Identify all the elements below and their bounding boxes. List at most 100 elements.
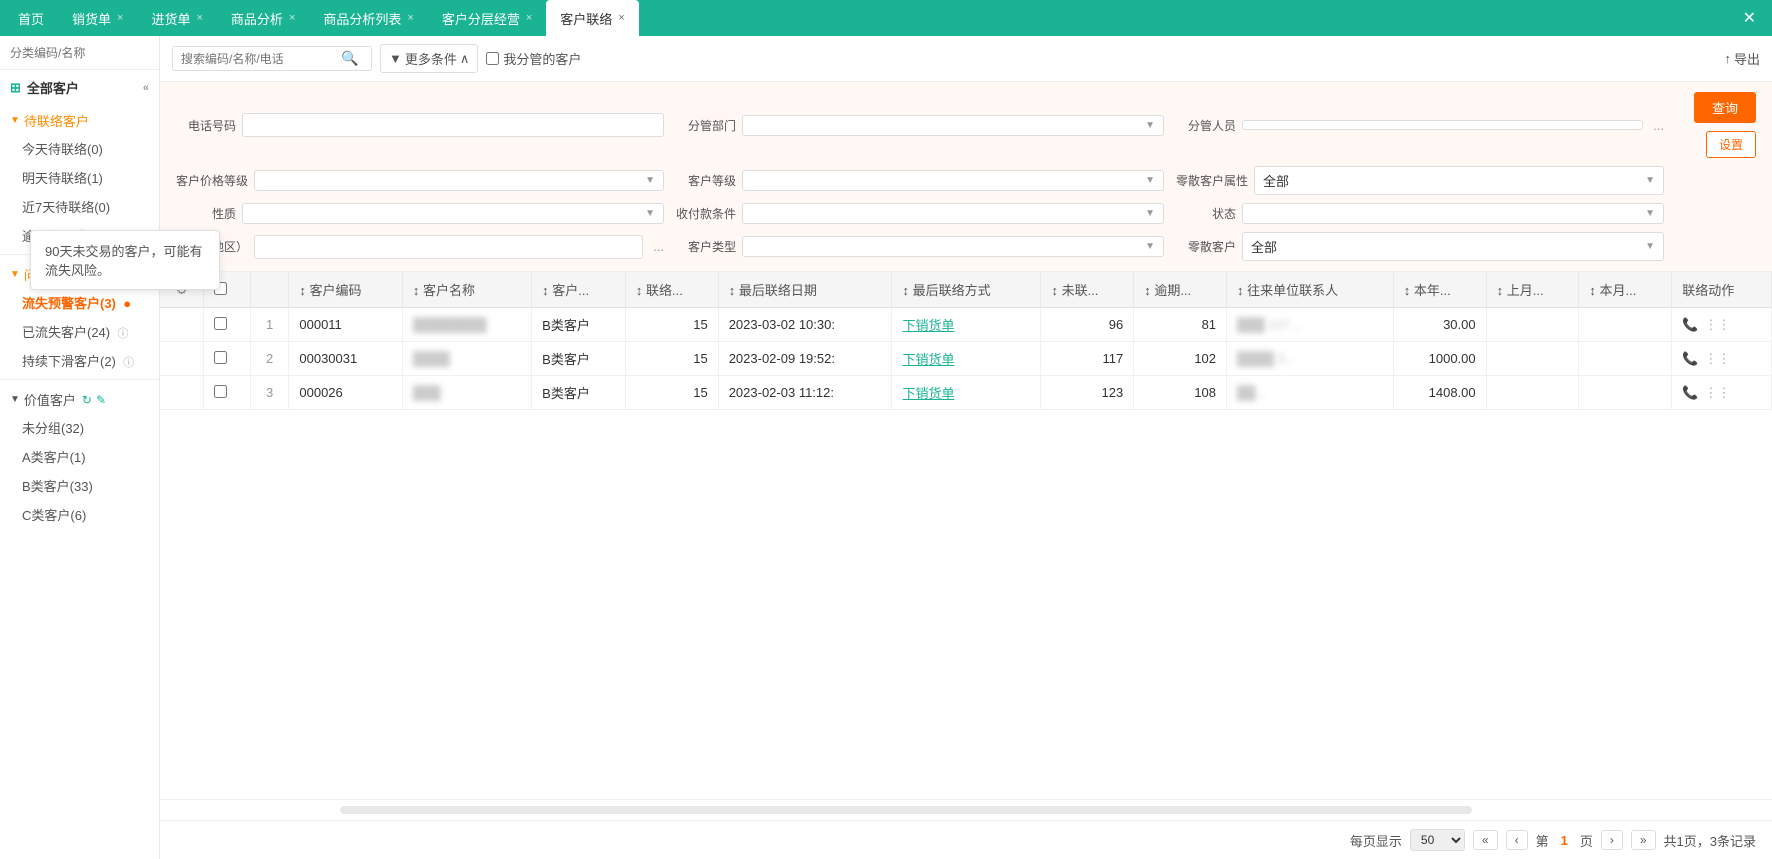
- th-name-sort-icon[interactable]: ↕: [413, 283, 420, 298]
- my-customers-checkbox[interactable]: [486, 52, 499, 65]
- tab-product-analysis-list-close[interactable]: ×: [407, 12, 413, 24]
- tab-purchase-close[interactable]: ×: [196, 12, 202, 24]
- search-input[interactable]: [181, 52, 341, 66]
- value-refresh-icon[interactable]: ↻: [82, 393, 92, 407]
- first-page-button[interactable]: «: [1473, 830, 1498, 850]
- scroll-track[interactable]: [340, 806, 1472, 814]
- sidebar-group-pending[interactable]: ▼ 待联络客户: [0, 105, 159, 134]
- sidebar-item-class-a[interactable]: A类客户(1): [0, 442, 159, 471]
- tab-purchase-label: 进货单: [151, 9, 190, 28]
- dept-select[interactable]: ▼: [742, 115, 1164, 136]
- last-method-link-1[interactable]: 下销货单: [902, 352, 954, 367]
- action-phone-icon-2[interactable]: 📞: [1682, 385, 1698, 401]
- horizontal-scrollbar[interactable]: [160, 799, 1772, 820]
- action-phone-icon-0[interactable]: 📞: [1682, 317, 1698, 333]
- sidebar-item-ungrouped[interactable]: 未分组(32): [0, 413, 159, 442]
- my-customers-label: 我分管的客户: [503, 49, 581, 68]
- region-dots[interactable]: ...: [653, 239, 664, 254]
- sidebar-search-input[interactable]: [10, 46, 160, 60]
- td-gear-2: [160, 376, 204, 410]
- td-gear-1: [160, 342, 204, 376]
- action-more-icon-2[interactable]: ⋮⋮: [1704, 385, 1730, 401]
- query-button[interactable]: 查询: [1694, 92, 1756, 123]
- last-page-button[interactable]: »: [1631, 830, 1656, 850]
- nature-select[interactable]: ▼: [242, 203, 664, 224]
- value-edit-icon[interactable]: ✎: [96, 393, 106, 407]
- tab-customer-segment[interactable]: 客户分层经营 ×: [428, 0, 546, 36]
- tab-home[interactable]: 首页: [4, 0, 58, 36]
- th-code-sort-icon[interactable]: ↕: [299, 283, 306, 298]
- tab-sales-close[interactable]: ×: [117, 12, 123, 24]
- action-more-icon-0[interactable]: ⋮⋮: [1704, 317, 1730, 333]
- td-check-1: [204, 342, 250, 376]
- next-page-button[interactable]: ›: [1601, 830, 1623, 850]
- action-more-icon-1[interactable]: ⋮⋮: [1704, 351, 1730, 367]
- td-tier-0: B类客户: [532, 308, 626, 342]
- th-contacts-sort-icon[interactable]: ↕: [636, 283, 643, 298]
- zero-retail-select[interactable]: 全部 ▼: [1242, 232, 1664, 261]
- td-last-date-2: 2023-02-03 11:12:: [718, 376, 892, 410]
- sidebar-item-at-risk[interactable]: 流失预警客户(3) ●: [0, 288, 159, 317]
- customer-type-select[interactable]: ▼: [742, 236, 1164, 257]
- adv-filter-row-4: 区域（地区） ... 客户类型 ▼ 零散客户 全部 ▼: [176, 232, 1756, 261]
- sidebar-item-class-b[interactable]: B类客户(33): [0, 471, 159, 500]
- tab-customer-contact[interactable]: 客户联络 ×: [546, 0, 638, 36]
- window-close-button[interactable]: ✕: [1731, 8, 1768, 28]
- sidebar-collapse-icon[interactable]: «: [143, 82, 149, 94]
- th-overdue-sort-icon[interactable]: ↕: [1144, 283, 1151, 298]
- more-conditions-label: 更多条件: [405, 49, 457, 68]
- sidebar-group-value[interactable]: ▼ 价值客户 ↻ ✎: [0, 384, 159, 413]
- tab-customer-contact-close[interactable]: ×: [618, 12, 624, 24]
- person-dots[interactable]: ...: [1653, 118, 1664, 133]
- th-last-method-sort-icon[interactable]: ↕: [902, 283, 909, 298]
- th-last-date-sort-icon[interactable]: ↕: [729, 283, 736, 298]
- payment-select[interactable]: ▼: [742, 203, 1164, 224]
- tab-purchase[interactable]: 进货单 ×: [137, 0, 216, 36]
- tab-product-analysis-close[interactable]: ×: [289, 12, 295, 24]
- zero-attr-select[interactable]: 全部 ▼: [1254, 166, 1664, 195]
- td-gear-0: [160, 308, 204, 342]
- tab-sales[interactable]: 销货单 ×: [58, 0, 137, 36]
- region-input[interactable]: [254, 235, 643, 259]
- td-check-2: [204, 376, 250, 410]
- sidebar-item-declining[interactable]: 持续下滑客户(2) ⓘ: [0, 346, 159, 375]
- row-checkbox-1[interactable]: [214, 351, 227, 364]
- sidebar-all-customers[interactable]: ⊞ 全部客户 «: [0, 70, 159, 105]
- export-label: 导出: [1734, 49, 1760, 68]
- th-last-method: ↕ 最后联络方式: [892, 272, 1041, 308]
- last-method-link-2[interactable]: 下销货单: [902, 386, 954, 401]
- tab-product-analysis[interactable]: 商品分析 ×: [217, 0, 309, 36]
- sidebar-item-lost[interactable]: 已流失客户(24) ⓘ: [0, 317, 159, 346]
- action-phone-icon-1[interactable]: 📞: [1682, 351, 1698, 367]
- filter-search-icon[interactable]: 🔍: [341, 50, 358, 67]
- page-size-select[interactable]: 50 100 200: [1410, 829, 1465, 851]
- sidebar-item-tomorrow[interactable]: 明天待联络(1): [0, 163, 159, 192]
- tab-customer-segment-close[interactable]: ×: [526, 12, 532, 24]
- row-checkbox-0[interactable]: [214, 317, 227, 330]
- export-button[interactable]: ↑ 导出: [1724, 49, 1760, 68]
- row-checkbox-2[interactable]: [214, 385, 227, 398]
- person-select[interactable]: [1242, 120, 1643, 130]
- td-tier-1: B类客户: [532, 342, 626, 376]
- td-this-year-2: 1408.00: [1393, 376, 1486, 410]
- th-not-contacted-sort-icon[interactable]: ↕: [1051, 283, 1058, 298]
- th-this-month-sort-icon[interactable]: ↕: [1589, 283, 1596, 298]
- th-tier-sort-icon[interactable]: ↕: [542, 283, 549, 298]
- more-conditions-button[interactable]: ▼ 更多条件 ∧: [380, 44, 478, 73]
- tab-product-analysis-list[interactable]: 商品分析列表 ×: [309, 0, 427, 36]
- phone-input[interactable]: [242, 113, 664, 137]
- sidebar-item-tomorrow-label: 明天待联络(1): [22, 171, 103, 186]
- th-last-month-sort-icon[interactable]: ↕: [1497, 283, 1504, 298]
- phone-field: 电话号码: [176, 113, 664, 137]
- sidebar-item-class-c[interactable]: C类客户(6): [0, 500, 159, 529]
- customer-tier-select[interactable]: ▼: [742, 170, 1164, 191]
- sidebar-item-7days[interactable]: 近7天待联络(0): [0, 192, 159, 221]
- last-method-link-0[interactable]: 下销货单: [902, 318, 954, 333]
- sidebar-item-today[interactable]: 今天待联络(0): [0, 134, 159, 163]
- status-select[interactable]: ▼: [1242, 203, 1664, 224]
- th-unit-contacts-sort-icon[interactable]: ↕: [1237, 283, 1244, 298]
- th-this-year-sort-icon[interactable]: ↕: [1404, 283, 1411, 298]
- settings-button[interactable]: 设置: [1706, 131, 1756, 158]
- price-tier-select[interactable]: ▼: [254, 170, 664, 191]
- prev-page-button[interactable]: ‹: [1506, 830, 1528, 850]
